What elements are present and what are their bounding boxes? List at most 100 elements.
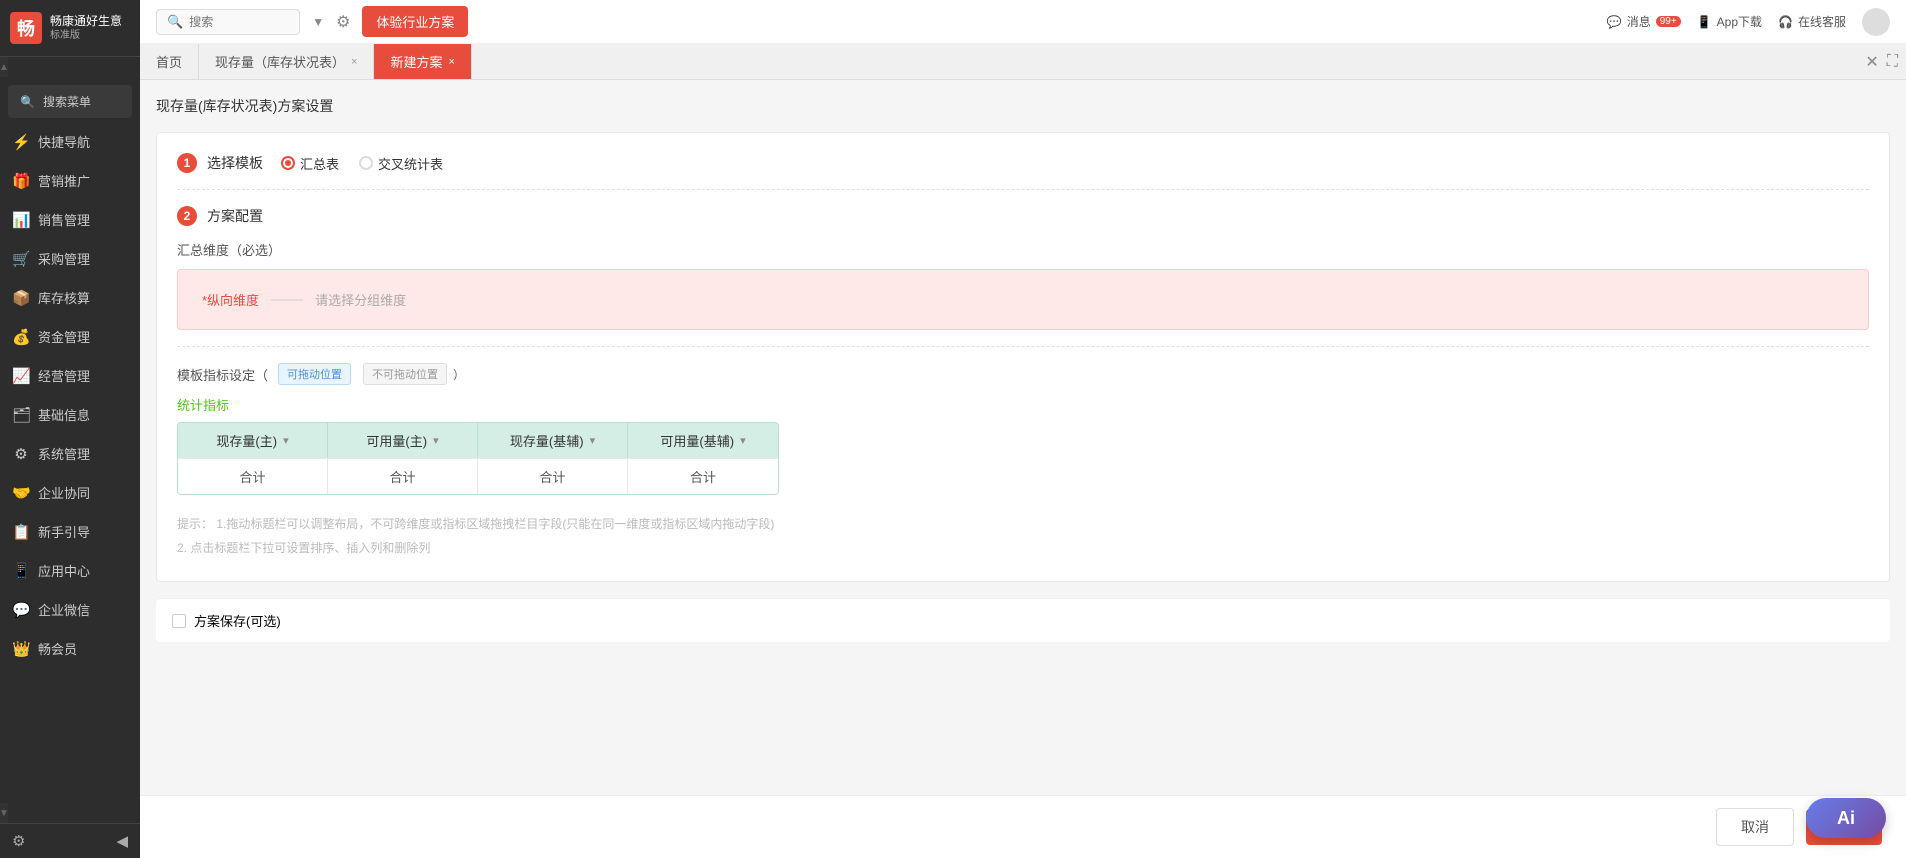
- radio-cross[interactable]: 交叉统计表: [359, 154, 443, 173]
- new-guide-icon: 📋: [12, 523, 30, 541]
- topbar: 🔍 ▼ ⚙ 体验行业方案 💬 消息 99+ 📱 App下载 🎧 在线客服: [140, 0, 1906, 44]
- system-icon: ⚙: [12, 445, 30, 463]
- user-avatar[interactable]: [1862, 8, 1890, 36]
- col4-chevron-icon[interactable]: ▾: [740, 434, 746, 447]
- sidebar-footer: ⚙ ◀: [0, 823, 140, 858]
- collapse-icon[interactable]: ◀: [116, 832, 128, 850]
- sidebar-item-new-guide[interactable]: 📋 新手引导: [0, 512, 140, 551]
- table-header-row: 现存量(主) ▾ 可用量(主) ▾ 现存量(基辅) ▾ 可用量(基辅): [178, 423, 778, 458]
- section1-header: 1 选择模板 汇总表 交叉统计表: [177, 153, 1869, 173]
- table-header-col1[interactable]: 现存量(主) ▾: [178, 423, 328, 458]
- scroll-up-arrow[interactable]: ▲: [0, 59, 8, 75]
- sidebar-search[interactable]: 🔍 搜索菜单: [8, 85, 132, 118]
- scroll-down-arrow[interactable]: ▼: [0, 805, 8, 821]
- topbar-left: 🔍 ▼ ⚙ 体验行业方案: [156, 6, 468, 37]
- topbar-right: 💬 消息 99+ 📱 App下载 🎧 在线客服: [1607, 8, 1890, 36]
- messages-icon: 💬: [1607, 15, 1622, 29]
- col3-label: 现存量(基辅): [510, 431, 584, 450]
- sidebar-item-label: 畅会员: [38, 639, 77, 658]
- search-menu-label: 搜索菜单: [43, 93, 91, 110]
- col3-chevron-icon[interactable]: ▾: [590, 434, 596, 447]
- online-service-button[interactable]: 🎧 在线客服: [1778, 13, 1846, 30]
- sidebar-item-inventory[interactable]: 📦 库存核算: [0, 278, 140, 317]
- col1-chevron-icon[interactable]: ▾: [283, 434, 289, 447]
- tab-inventory-status[interactable]: 现存量（库存状况表） ×: [199, 44, 374, 79]
- gear-button[interactable]: ⚙: [336, 12, 350, 32]
- sidebar-logo: 畅 畅康通好生意 标准版: [0, 0, 140, 57]
- sidebar-item-operations[interactable]: 📈 经营管理: [0, 356, 140, 395]
- save-option-checkbox[interactable]: [172, 614, 186, 628]
- search-icon: 🔍: [167, 14, 183, 30]
- member-icon: 👑: [12, 640, 30, 658]
- indicator-settings: 模板指标设定（ 可拖动位置 不可拖动位置 ） 统计指标 现存量(主): [177, 363, 1869, 559]
- app-center-icon: 📱: [12, 562, 30, 580]
- sidebar-item-label: 库存核算: [38, 288, 90, 307]
- summary-dimension-label: 汇总维度（必选）: [177, 240, 1869, 259]
- cancel-button[interactable]: 取消: [1716, 808, 1794, 846]
- sidebar-item-label: 企业微信: [38, 600, 90, 619]
- headset-icon: 🎧: [1778, 15, 1793, 29]
- tabbar: 首页 现存量（库存状况表） × 新建方案 × ✕ ⛶: [140, 44, 1906, 80]
- tab-new-scheme-close-button[interactable]: ×: [448, 56, 454, 68]
- sidebar-item-member[interactable]: 👑 畅会员: [0, 629, 140, 668]
- sidebar-item-marketing[interactable]: 🎁 营销推广: [0, 161, 140, 200]
- app-download-button[interactable]: 📱 App下载: [1697, 13, 1762, 30]
- operations-icon: 📈: [12, 367, 30, 385]
- topbar-dropdown[interactable]: ▼: [312, 15, 324, 29]
- sidebar-top-scroll[interactable]: ▲: [0, 57, 8, 77]
- sidebar-item-label: 营销推广: [38, 171, 90, 190]
- indicator-divider: [177, 346, 1869, 347]
- sidebar-item-label: 快捷导航: [38, 132, 90, 151]
- radio-dot-cross: [359, 156, 373, 170]
- messages-badge: 99+: [1656, 16, 1681, 27]
- topbar-search-box[interactable]: 🔍: [156, 9, 300, 35]
- sidebar-item-label: 采购管理: [38, 249, 90, 268]
- table-header-col4[interactable]: 可用量(基辅) ▾: [628, 423, 778, 458]
- settings-icon[interactable]: ⚙: [12, 832, 25, 850]
- sidebar-item-base-info[interactable]: 🗂 基础信息: [0, 395, 140, 434]
- warning-placeholder-text[interactable]: 请选择分组维度: [315, 290, 406, 309]
- sidebar-item-purchase[interactable]: 🛒 采购管理: [0, 239, 140, 278]
- search-input[interactable]: [189, 15, 289, 29]
- trial-industry-button[interactable]: 体验行业方案: [362, 6, 468, 37]
- badge-legend: 可拖动位置 不可拖动位置 ）: [278, 363, 465, 385]
- sidebar-bottom-scroll[interactable]: ▼: [0, 803, 8, 823]
- table-header-col2[interactable]: 可用量(主) ▾: [328, 423, 478, 458]
- radio-summary-label: 汇总表: [300, 154, 339, 173]
- tab-inventory-close-button[interactable]: ×: [351, 56, 357, 68]
- ai-float-button[interactable]: Ai: [1806, 798, 1886, 838]
- finance-icon: 💰: [12, 328, 30, 346]
- col2-chevron-icon[interactable]: ▾: [433, 434, 439, 447]
- tips-text: 提示： 1.拖动标题栏可以调整布局，不可跨维度或指标区域拖拽栏目字段(只能在同一…: [177, 514, 1869, 559]
- radio-cross-label: 交叉统计表: [378, 154, 443, 173]
- sidebar-item-finance[interactable]: 💰 资金管理: [0, 317, 140, 356]
- tab-new-scheme[interactable]: 新建方案 ×: [374, 44, 471, 79]
- table-data-col3: 合计: [478, 459, 628, 494]
- warning-dimension-box: *纵向维度 —— 请选择分组维度: [177, 269, 1869, 330]
- page-title: 现存量(库存状况表)方案设置: [156, 96, 1890, 116]
- tips-section: 提示： 1.拖动标题栏可以调整布局，不可跨维度或指标区域拖拽栏目字段(只能在同一…: [177, 514, 1869, 559]
- sidebar-item-label: 销售管理: [38, 210, 90, 229]
- sidebar-item-cooperation[interactable]: 🤝 企业协同: [0, 473, 140, 512]
- sidebar-item-enterprise-wechat[interactable]: 💬 企业微信: [0, 590, 140, 629]
- inventory-icon: 📦: [12, 289, 30, 307]
- sidebar-item-system[interactable]: ⚙ 系统管理: [0, 434, 140, 473]
- marketing-icon: 🎁: [12, 172, 30, 190]
- tab-expand-button[interactable]: ⛶: [1887, 53, 1898, 71]
- save-option-label: 方案保存(可选): [194, 611, 281, 630]
- sidebar-item-label: 资金管理: [38, 327, 90, 346]
- tab-close-button[interactable]: ✕: [1865, 52, 1878, 72]
- purchase-icon: 🛒: [12, 250, 30, 268]
- radio-summary[interactable]: 汇总表: [281, 154, 339, 173]
- save-option-section: 方案保存(可选): [156, 598, 1890, 642]
- table-data-col1: 合计: [178, 459, 328, 494]
- enterprise-wechat-icon: 💬: [12, 601, 30, 619]
- table-header-col3[interactable]: 现存量(基辅) ▾: [478, 423, 628, 458]
- sidebar-item-quick-nav[interactable]: ⚡ 快捷导航: [0, 122, 140, 161]
- sidebar-item-app-center[interactable]: 📱 应用中心: [0, 551, 140, 590]
- radio-dot-summary: [281, 156, 295, 170]
- sidebar-item-sales[interactable]: 📊 销售管理: [0, 200, 140, 239]
- indicator-settings-label: 模板指标设定（: [177, 365, 268, 384]
- messages-button[interactable]: 💬 消息 99+: [1607, 13, 1681, 30]
- tab-home[interactable]: 首页: [140, 44, 199, 79]
